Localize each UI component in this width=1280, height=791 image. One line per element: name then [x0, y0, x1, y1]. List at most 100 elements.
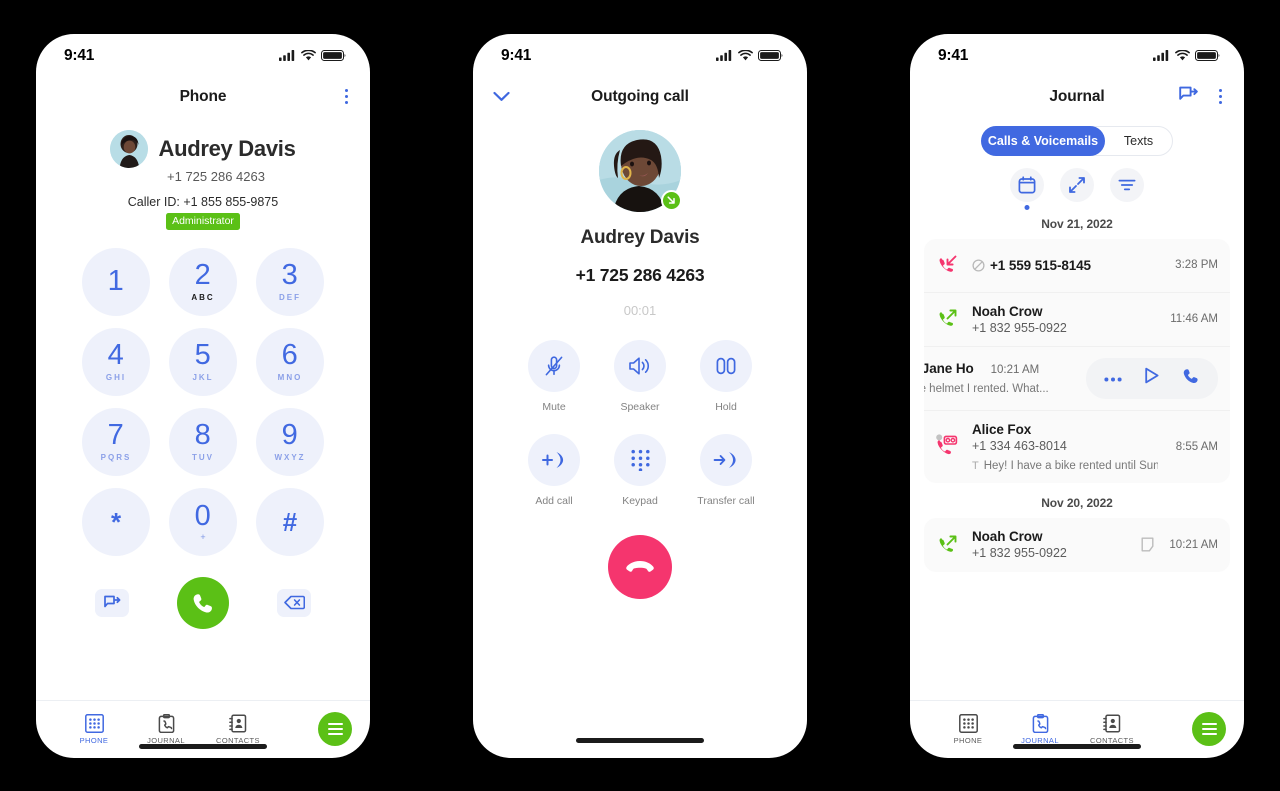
entry-number: +1 334 463-8014	[972, 438, 1067, 453]
tab-contacts[interactable]: CONTACTS	[202, 713, 274, 745]
backspace-icon	[283, 595, 305, 610]
contacts-icon	[228, 713, 246, 733]
unread-dot	[936, 433, 943, 440]
segment-calls-voicemails[interactable]: Calls & Voicemails	[981, 125, 1105, 156]
key-letters: JKL	[192, 373, 214, 382]
call-timer: 00:01	[623, 302, 657, 318]
entry-transcript-row: T Hey! I have a bike rented until Sunday…	[972, 460, 1158, 472]
caller-name: Audrey Davis	[580, 226, 700, 248]
dialpad-icon	[958, 713, 978, 733]
phone-outgoing-call-screen: 9:41 Outgoing call Audrey Davis +1 725 2…	[473, 33, 807, 758]
filter-icon	[1118, 179, 1136, 190]
expand-filter-button[interactable]	[1060, 167, 1094, 202]
dialpad-key-8[interactable]: 8 TUV	[169, 407, 237, 476]
menu-fab-button[interactable]	[1192, 712, 1226, 746]
dialpad-key-4[interactable]: 4 GHI	[82, 327, 150, 396]
transfer-call-button[interactable]: Transfer call	[683, 433, 769, 507]
table-row[interactable]: Alice Fox +1 334 463-8014 T Hey! I have …	[924, 411, 1230, 483]
dialpad-key-3[interactable]: 3 DEF	[256, 247, 324, 316]
message-button[interactable]	[95, 588, 129, 617]
control-label: Keypad	[622, 494, 658, 507]
sort-filter-button[interactable]	[1110, 167, 1144, 202]
menu-fab-icon	[1201, 722, 1217, 736]
table-row-swiped[interactable]: y-Jane Ho 10:21 AM the helmet I rented. …	[924, 347, 1230, 411]
kebab-menu-icon[interactable]	[339, 85, 354, 109]
call-icon	[1183, 368, 1198, 383]
date-separator: Nov 21, 2022	[1041, 216, 1113, 231]
table-row[interactable]: +1 559 515-8145 3:28 PM	[924, 239, 1230, 293]
call-icon	[193, 593, 212, 613]
contact-header: Audrey Davis	[36, 129, 370, 168]
status-time: 9:41	[938, 46, 969, 64]
wifi-icon	[301, 50, 316, 61]
key-digit: #	[282, 506, 298, 537]
tab-journal[interactable]: JOURNAL	[130, 713, 202, 745]
key-digit: 5	[194, 339, 212, 371]
swiped-entry-top: y-Jane Ho 10:21 AM	[924, 361, 1066, 376]
page-title: Outgoing call	[591, 87, 689, 105]
dialpad-key-7[interactable]: 7 PQRS	[82, 407, 150, 476]
key-digit: *	[110, 506, 122, 537]
backspace-button[interactable]	[277, 588, 311, 617]
cellular-signal-icon	[1153, 50, 1169, 61]
contact-name: Audrey Davis	[158, 135, 296, 161]
tab-contacts[interactable]: CONTACTS	[1076, 713, 1148, 745]
dialpad-key-5[interactable]: 5 JKL	[169, 327, 237, 396]
control-label: Add call	[535, 494, 573, 507]
journal-icon	[158, 713, 174, 733]
speaker-button[interactable]: Speaker	[597, 339, 683, 413]
key-digit: 2	[194, 259, 212, 291]
tab-phone[interactable]: PHONE	[932, 713, 1004, 745]
tab-journal[interactable]: JOURNAL	[1004, 713, 1076, 745]
table-row[interactable]: Noah Crow +1 832 955-0922 11:46 AM	[924, 293, 1230, 347]
entry-transcript: the helmet I rented. What...	[924, 383, 1049, 395]
transcript-marker: T	[972, 459, 979, 472]
tab-phone[interactable]: PHONE	[58, 713, 130, 745]
new-message-button[interactable]	[1179, 86, 1199, 108]
dial-action-row	[36, 576, 370, 629]
status-bar: 9:41	[910, 34, 1244, 78]
keypad-button[interactable]: Keypad	[597, 433, 683, 507]
dialpad-key-6[interactable]: 6 MNO	[256, 327, 324, 396]
more-button[interactable]	[1104, 369, 1122, 387]
kebab-menu-icon[interactable]	[1213, 85, 1228, 109]
collapse-button[interactable]	[493, 91, 510, 102]
outgoing-call-badge-icon	[661, 189, 682, 211]
end-call-button[interactable]	[608, 534, 672, 599]
table-row[interactable]: Noah Crow +1 832 955-0922 10:21 AM	[924, 518, 1230, 572]
dialpad-key-0[interactable]: 0 +	[169, 487, 237, 556]
status-bar: 9:41	[36, 34, 370, 78]
dialpad-key-1[interactable]: 1	[82, 247, 150, 316]
expand-arrows-icon	[1069, 176, 1085, 193]
wifi-icon	[738, 50, 753, 61]
dialpad-key-2[interactable]: 2 ABC	[169, 247, 237, 316]
mute-button[interactable]: Mute	[511, 339, 597, 413]
speaker-button-circle	[614, 339, 666, 392]
status-time: 9:41	[501, 46, 532, 64]
calendar-filter-button[interactable]	[1010, 167, 1044, 210]
page-title: Journal	[1049, 87, 1105, 105]
hold-button[interactable]: Hold	[683, 339, 769, 413]
add-call-button[interactable]: Add call	[511, 433, 597, 507]
missed-call-icon	[936, 254, 962, 276]
entry-time: 3:28 PM	[1175, 259, 1218, 271]
key-digit: 9	[281, 419, 299, 451]
dialpad-key-hash[interactable]: #	[256, 487, 324, 556]
menu-fab-button[interactable]	[318, 712, 352, 746]
control-label: Mute	[542, 400, 566, 413]
segment-texts[interactable]: Texts	[1105, 126, 1172, 156]
entry-number: +1 559 515-8145	[990, 257, 1091, 273]
dialpad: 1 2 ABC 3 DEF 4 GHI 5 JKL 6 MNO 7 PQRS 8…	[36, 247, 370, 556]
note-icon	[1141, 537, 1154, 552]
play-button[interactable]	[1144, 367, 1160, 389]
dialpad-key-star[interactable]: *	[82, 487, 150, 556]
caller-number: +1 725 286 4263	[575, 264, 705, 285]
battery-icon	[758, 50, 783, 61]
caller-avatar	[599, 129, 682, 212]
call-entry-body: Noah Crow +1 832 955-0922	[972, 304, 1152, 335]
call-button[interactable]	[177, 576, 229, 629]
entry-time: 10:21 AM	[1169, 538, 1218, 551]
dialpad-key-9[interactable]: 9 WXYZ	[256, 407, 324, 476]
call-back-button[interactable]	[1182, 367, 1200, 390]
more-icon	[1104, 377, 1122, 382]
